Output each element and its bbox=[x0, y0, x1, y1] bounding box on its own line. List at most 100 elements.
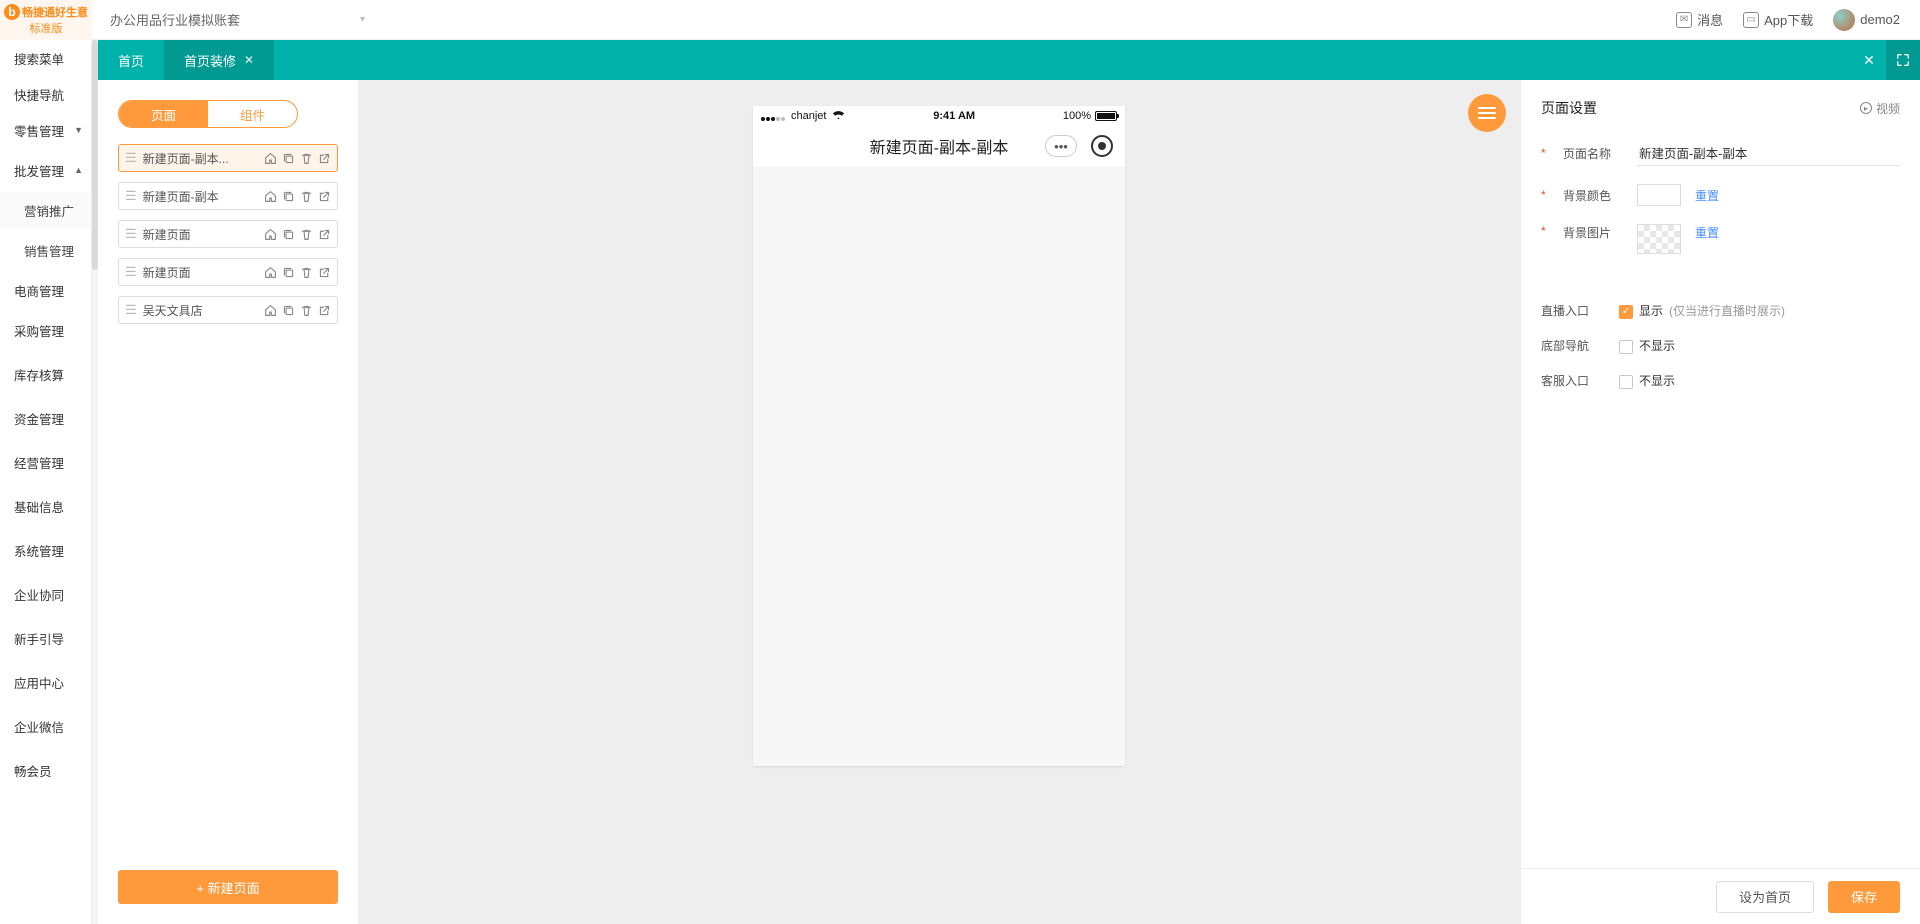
nav-wechat-work[interactable]: 企业微信 bbox=[0, 704, 91, 748]
page-item[interactable]: ☰ 吴天文具店 bbox=[118, 296, 338, 324]
tabs-fullscreen[interactable] bbox=[1886, 40, 1920, 80]
nav-system[interactable]: 系统管理 bbox=[0, 528, 91, 572]
page-copy-icon[interactable] bbox=[281, 265, 295, 279]
tab-close-icon[interactable]: ✕ bbox=[244, 53, 254, 67]
page-delete-icon[interactable] bbox=[299, 227, 313, 241]
page-share-icon[interactable] bbox=[317, 303, 331, 317]
page-copy-icon[interactable] bbox=[281, 151, 295, 165]
nav-operations[interactable]: 经营管理 bbox=[0, 440, 91, 484]
chevron-down-icon: ▾ bbox=[360, 14, 365, 25]
drag-handle-icon[interactable]: ☰ bbox=[125, 264, 137, 280]
bg-color-swatch[interactable] bbox=[1637, 184, 1681, 206]
page-share-icon[interactable] bbox=[317, 189, 331, 203]
page-home-icon[interactable] bbox=[263, 227, 277, 241]
page-share-icon[interactable] bbox=[317, 227, 331, 241]
page-item-name: 新建页面 bbox=[143, 264, 257, 281]
phone-body[interactable] bbox=[753, 166, 1125, 766]
page-delete-icon[interactable] bbox=[299, 151, 313, 165]
tabs-close-all[interactable]: ✕ bbox=[1852, 40, 1886, 80]
page-share-icon[interactable] bbox=[317, 265, 331, 279]
nav-purchase[interactable]: 采购管理 bbox=[0, 308, 91, 352]
nav-inventory[interactable]: 库存核算 bbox=[0, 352, 91, 396]
settings-panel: 页面设置 ▸ 视频 * 页面名称 * 背景颜色 bbox=[1520, 80, 1920, 924]
service-entry-checkbox[interactable]: 不显示 bbox=[1619, 372, 1675, 389]
live-entry-checkbox[interactable]: ✓显示(仅当进行直播时展示) bbox=[1619, 302, 1785, 319]
drag-handle-icon[interactable]: ☰ bbox=[125, 302, 137, 318]
nav-collab[interactable]: 企业协同 bbox=[0, 572, 91, 616]
checkbox-empty-icon bbox=[1619, 375, 1633, 389]
user-menu[interactable]: demo2 bbox=[1833, 9, 1900, 31]
required-icon: * bbox=[1541, 188, 1549, 202]
bottom-nav-checkbox[interactable]: 不显示 bbox=[1619, 337, 1675, 354]
bg-color-reset[interactable]: 重置 bbox=[1695, 187, 1719, 204]
brand-name: 畅捷通好生意 bbox=[22, 4, 88, 20]
checkbox-checked-icon: ✓ bbox=[1619, 305, 1633, 319]
user-name: demo2 bbox=[1860, 12, 1900, 27]
page-home-icon[interactable] bbox=[263, 303, 277, 317]
page-delete-icon[interactable] bbox=[299, 265, 313, 279]
brand-logo[interactable]: b 畅捷通好生意 标准版 bbox=[0, 0, 92, 40]
phone-carrier: chanjet bbox=[791, 110, 826, 122]
messages-button[interactable]: ✉ 消息 bbox=[1676, 10, 1723, 29]
page-copy-icon[interactable] bbox=[281, 303, 295, 317]
page-item[interactable]: ☰ 新建页面 bbox=[118, 258, 338, 286]
nav-app-center[interactable]: 应用中心 bbox=[0, 660, 91, 704]
wifi-icon bbox=[832, 110, 845, 123]
page-copy-icon[interactable] bbox=[281, 227, 295, 241]
segment-page[interactable]: 页面 bbox=[119, 101, 208, 127]
page-home-icon[interactable] bbox=[263, 151, 277, 165]
video-help-link[interactable]: ▸ 视频 bbox=[1860, 100, 1900, 117]
nav-wholesale-sales[interactable]: 销售管理 bbox=[0, 228, 91, 272]
page-delete-icon[interactable] bbox=[299, 189, 313, 203]
play-icon: ▸ bbox=[1860, 102, 1872, 114]
save-button[interactable]: 保存 bbox=[1828, 881, 1900, 913]
canvas-menu-fab[interactable] bbox=[1468, 94, 1506, 132]
brand-edition: 标准版 bbox=[30, 20, 63, 36]
drag-handle-icon[interactable]: ☰ bbox=[125, 226, 137, 242]
nav-retail[interactable]: 零售管理▼ bbox=[0, 112, 91, 148]
page-delete-icon[interactable] bbox=[299, 303, 313, 317]
page-share-icon[interactable] bbox=[317, 151, 331, 165]
fullscreen-icon bbox=[1896, 53, 1910, 67]
nav-ecommerce[interactable]: 电商管理 bbox=[0, 272, 91, 308]
nav-member[interactable]: 畅会员 bbox=[0, 748, 91, 792]
bottom-nav-label: 底部导航 bbox=[1541, 337, 1589, 354]
nav-funds[interactable]: 资金管理 bbox=[0, 396, 91, 440]
workspace-selector[interactable]: 办公用品行业模拟账套 ▾ bbox=[110, 10, 365, 29]
phone-menu-button[interactable]: ••• bbox=[1045, 135, 1077, 157]
nav-basic[interactable]: 基础信息 bbox=[0, 484, 91, 528]
page-name-label: 页面名称 bbox=[1563, 145, 1623, 162]
page-copy-icon[interactable] bbox=[281, 189, 295, 203]
set-home-button[interactable]: 设为首页 bbox=[1716, 881, 1814, 913]
app-download-button[interactable]: ▭ App下载 bbox=[1743, 10, 1813, 29]
nav-wholesale-marketing[interactable]: 营销推广 bbox=[0, 192, 91, 228]
bg-image-swatch[interactable] bbox=[1637, 224, 1681, 254]
page-list-panel: 页面 组件 ☰新建页面-副本...☰新建页面-副本☰新建页面☰新建页面☰吴天文具… bbox=[98, 80, 358, 924]
tab-editor[interactable]: 首页装修 ✕ bbox=[164, 40, 274, 80]
bg-image-reset[interactable]: 重置 bbox=[1695, 224, 1719, 241]
page-item-name: 新建页面 bbox=[143, 226, 257, 243]
page-name-input[interactable] bbox=[1637, 140, 1900, 166]
page-item[interactable]: ☰ 新建页面 bbox=[118, 220, 338, 248]
phone-clock: 9:41 AM bbox=[845, 110, 1062, 122]
drag-handle-icon[interactable]: ☰ bbox=[125, 150, 137, 166]
nav-newbie[interactable]: 新手引导 bbox=[0, 616, 91, 660]
segment-component[interactable]: 组件 bbox=[208, 101, 297, 127]
page-home-icon[interactable] bbox=[263, 189, 277, 203]
live-entry-label: 直播入口 bbox=[1541, 302, 1589, 319]
drag-handle-icon[interactable]: ☰ bbox=[125, 188, 137, 204]
nav-wholesale[interactable]: 批发管理▲ bbox=[0, 148, 91, 192]
app-download-label: App下载 bbox=[1764, 10, 1813, 29]
nav-quick[interactable]: 快捷导航 bbox=[0, 76, 91, 112]
page-item-name: 吴天文具店 bbox=[143, 302, 257, 319]
phone-target-button[interactable] bbox=[1091, 135, 1113, 157]
phone-preview: chanjet 9:41 AM 100% 新建页面-副本-副本 ••• bbox=[753, 106, 1125, 766]
page-item[interactable]: ☰新建页面-副本 bbox=[118, 182, 338, 210]
checkbox-empty-icon bbox=[1619, 340, 1633, 354]
required-icon: * bbox=[1541, 146, 1549, 160]
new-page-button[interactable]: + 新建页面 bbox=[118, 870, 338, 904]
tab-home[interactable]: 首页 bbox=[98, 40, 164, 80]
page-item[interactable]: ☰新建页面-副本... bbox=[118, 144, 338, 172]
nav-search[interactable]: 搜索菜单 bbox=[0, 40, 91, 76]
page-home-icon[interactable] bbox=[263, 265, 277, 279]
